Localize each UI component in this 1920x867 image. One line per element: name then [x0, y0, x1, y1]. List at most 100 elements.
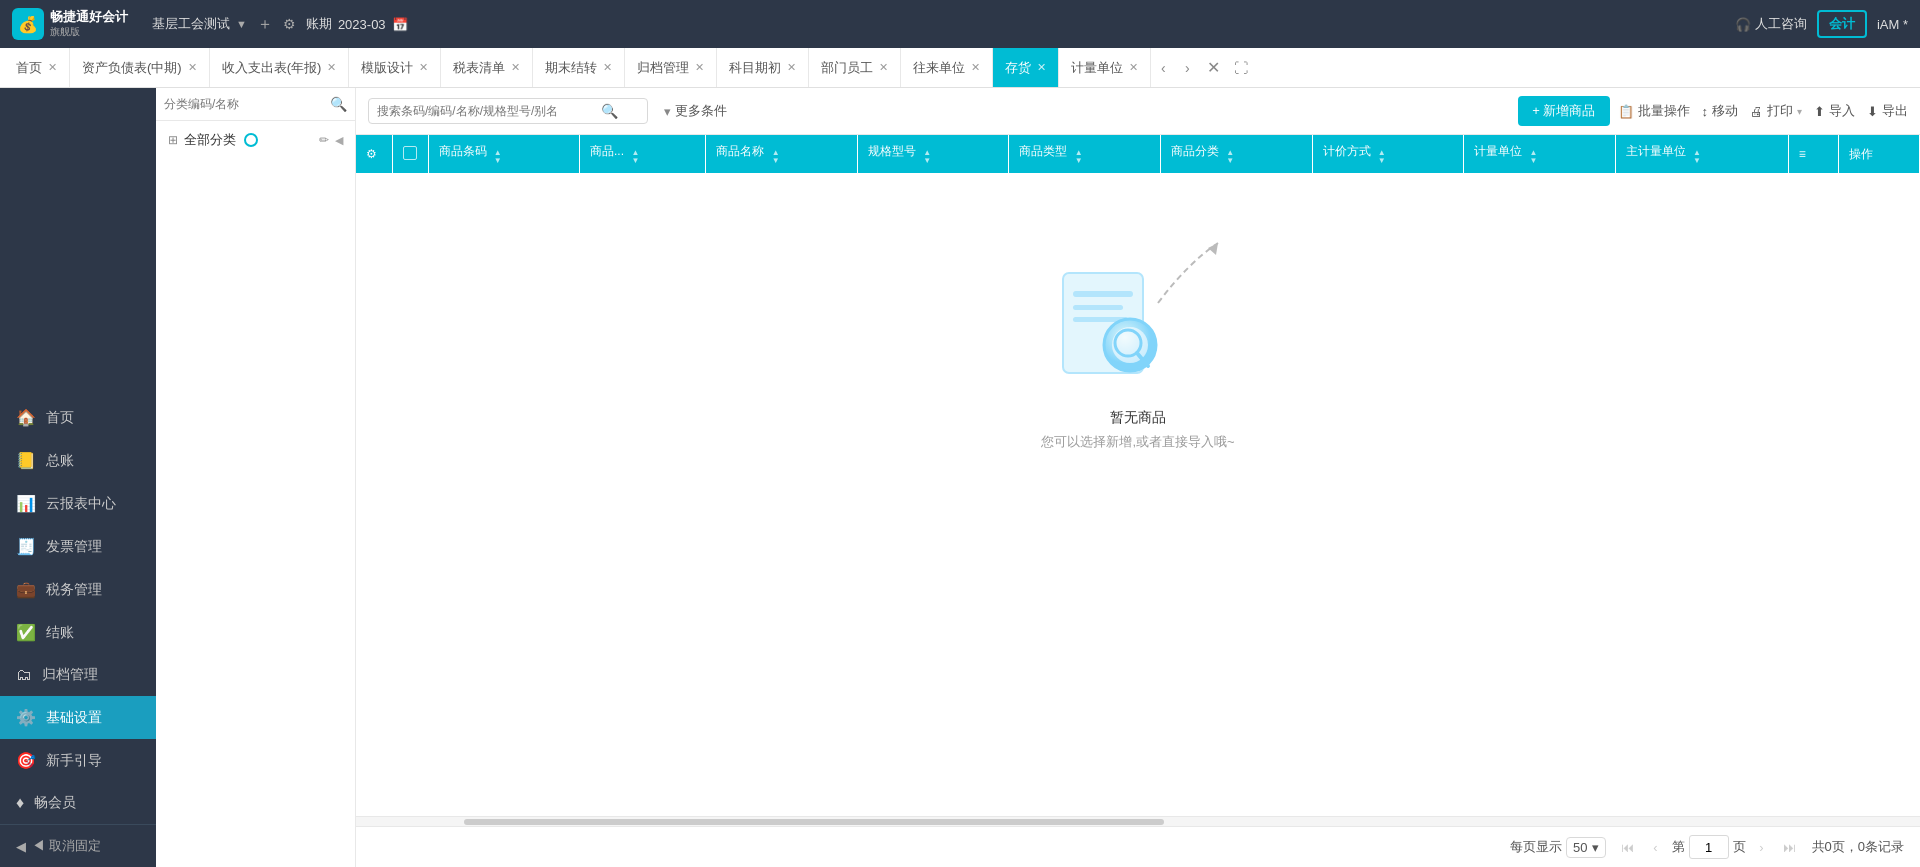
empty-title: 暂无商品: [1110, 409, 1166, 427]
sidebar-item-6[interactable]: 🗂归档管理: [0, 654, 156, 696]
checkbox-header[interactable]: [392, 135, 428, 173]
company-name: 基层工会测试: [152, 15, 230, 33]
tab-close-icon[interactable]: ✕: [419, 61, 428, 74]
col-code[interactable]: 商品... ▲▼: [580, 135, 706, 173]
move-button[interactable]: ↕ 移动: [1702, 102, 1739, 120]
sidebar-label-7: 基础设置: [46, 709, 102, 727]
sidebar-item-7[interactable]: ⚙️ 基础设置: [0, 696, 156, 739]
sidebar-item-5[interactable]: ✅结账: [0, 611, 156, 654]
all-categories-item[interactable]: ⊞ 全部分类 ✏ ◀: [156, 121, 355, 159]
page-size-selector: 每页显示 50 ▾: [1510, 837, 1605, 858]
edit-category-icon[interactable]: ✏: [319, 133, 329, 147]
add-product-button[interactable]: + 新增商品: [1518, 96, 1609, 126]
horizontal-scrollbar[interactable]: [356, 816, 1920, 826]
tab-close-icon[interactable]: ✕: [787, 61, 796, 74]
sidebar-icon-3: 🧾: [16, 537, 36, 556]
tab-close-all-button[interactable]: ✕: [1199, 48, 1227, 87]
product-search-icon[interactable]: 🔍: [601, 103, 618, 119]
tab-close-icon[interactable]: ✕: [603, 61, 612, 74]
tab-close-icon[interactable]: ✕: [695, 61, 704, 74]
sidebar-item-0[interactable]: 🏠首页: [0, 396, 156, 439]
tab-close-icon[interactable]: ✕: [1037, 61, 1046, 74]
product-search-wrap: 🔍: [368, 98, 648, 124]
column-config-header[interactable]: ⚙: [356, 135, 392, 173]
sidebar-label-6: 归档管理: [42, 666, 98, 684]
tab-scroll-right-button[interactable]: ›: [1175, 48, 1199, 87]
batch-operation-button[interactable]: 📋 批量操作: [1618, 102, 1690, 120]
page-size-dropdown[interactable]: 50 ▾: [1566, 837, 1605, 858]
sidebar-item-2[interactable]: 📊云报表中心: [0, 482, 156, 525]
tab-item-3[interactable]: 模版设计✕: [349, 48, 441, 87]
col-type[interactable]: 商品类型 ▲▼: [1009, 135, 1161, 173]
tab-close-icon[interactable]: ✕: [879, 61, 888, 74]
tab-scroll-left-button[interactable]: ‹: [1151, 48, 1175, 87]
col-unit[interactable]: 计量单位 ▲▼: [1464, 135, 1616, 173]
sidebar-label-0: 首页: [46, 409, 74, 427]
tab-label: 计量单位: [1071, 59, 1123, 77]
page-label: 第: [1672, 838, 1685, 856]
tab-item-9[interactable]: 往来单位 ✕: [901, 48, 993, 87]
tab-close-icon[interactable]: ✕: [1129, 61, 1138, 74]
kuaiji-button[interactable]: 会计: [1817, 10, 1867, 38]
unpin-sidebar-button[interactable]: ◀ ◀ 取消固定: [0, 824, 156, 867]
company-selector[interactable]: 基层工会测试 ▼: [152, 15, 247, 33]
col-price-method[interactable]: 计价方式 ▲▼: [1312, 135, 1464, 173]
tab-expand-button[interactable]: ⛶: [1227, 48, 1255, 87]
collapse-icon[interactable]: ◀: [335, 134, 343, 147]
tab-item-2[interactable]: 收入支出表(年报)✕: [210, 48, 350, 87]
tab-item-10[interactable]: 存货✕: [993, 48, 1059, 87]
page-number-input[interactable]: [1689, 835, 1729, 859]
tab-item-8[interactable]: 部门员工✕: [809, 48, 901, 87]
tab-item-7[interactable]: 科目期初✕: [717, 48, 809, 87]
col-name[interactable]: 商品名称 ▲▼: [706, 135, 858, 173]
export-icon: ⬇: [1867, 104, 1878, 119]
tab-close-icon[interactable]: ✕: [48, 61, 57, 74]
more-filter-button[interactable]: ▾ 更多条件: [656, 98, 735, 124]
sidebar-item-8[interactable]: 🎯新手引导: [0, 739, 156, 782]
print-button[interactable]: 🖨 打印 ▾: [1750, 102, 1802, 120]
settings-icon[interactable]: ⚙: [283, 16, 296, 32]
add-tab-button[interactable]: ＋: [257, 14, 273, 35]
page-size-arrow-icon: ▾: [1592, 840, 1599, 855]
tab-close-icon[interactable]: ✕: [188, 61, 197, 74]
tab-close-icon[interactable]: ✕: [971, 61, 980, 74]
all-categories-label: 全部分类: [184, 131, 236, 149]
tab-item-4[interactable]: 税表清单✕: [441, 48, 533, 87]
col-more[interactable]: ≡: [1788, 135, 1838, 173]
col-category[interactable]: 商品分类 ▲▼: [1160, 135, 1312, 173]
category-search-input[interactable]: [164, 97, 326, 111]
sidebar-item-1[interactable]: 📒总账: [0, 439, 156, 482]
col-spec[interactable]: 规格型号 ▲▼: [857, 135, 1009, 173]
sidebar-icon-7: ⚙️: [16, 708, 36, 727]
product-search-input[interactable]: [377, 104, 597, 118]
export-button[interactable]: ⬇ 导出: [1867, 102, 1908, 120]
sidebar-item-4[interactable]: 💼税务管理: [0, 568, 156, 611]
first-page-button[interactable]: ⏮: [1616, 835, 1640, 859]
period-value: 2023-03: [338, 17, 386, 32]
col-main-unit[interactable]: 主计量单位 ▲▼: [1615, 135, 1788, 173]
sidebar-item-3[interactable]: 🧾发票管理: [0, 525, 156, 568]
next-page-button[interactable]: ›: [1750, 835, 1774, 859]
tab-item-1[interactable]: 资产负债表(中期)✕: [70, 48, 210, 87]
calendar-icon[interactable]: 📅: [392, 17, 408, 32]
scrollbar-thumb[interactable]: [464, 819, 1164, 825]
last-page-button[interactable]: ⏭: [1778, 835, 1802, 859]
category-search-icon[interactable]: 🔍: [330, 96, 347, 112]
tab-item-6[interactable]: 归档管理✕: [625, 48, 717, 87]
tab-close-icon[interactable]: ✕: [511, 61, 520, 74]
tab-label: 往来单位: [913, 59, 965, 77]
import-button[interactable]: ⬆ 导入: [1814, 102, 1855, 120]
tab-item-0[interactable]: 首页✕: [4, 48, 70, 87]
tab-item-5[interactable]: 期末结转✕: [533, 48, 625, 87]
dropdown-arrow-icon: ▼: [236, 18, 247, 30]
tab-close-icon[interactable]: ✕: [327, 61, 336, 74]
prev-page-button[interactable]: ‹: [1644, 835, 1668, 859]
sidebar-icon-9: ♦: [16, 794, 24, 812]
sidebar-item-9[interactable]: ♦畅会员: [0, 782, 156, 824]
col-barcode[interactable]: 商品条码 ▲▼: [428, 135, 580, 173]
svg-marker-0: [1208, 243, 1218, 255]
unpin-icon: ◀: [16, 839, 26, 854]
tab-item-11[interactable]: 计量单位 ✕: [1059, 48, 1151, 87]
ai-consult-button[interactable]: 🎧 人工咨询: [1735, 15, 1807, 33]
more-filter-label: 更多条件: [675, 102, 727, 120]
